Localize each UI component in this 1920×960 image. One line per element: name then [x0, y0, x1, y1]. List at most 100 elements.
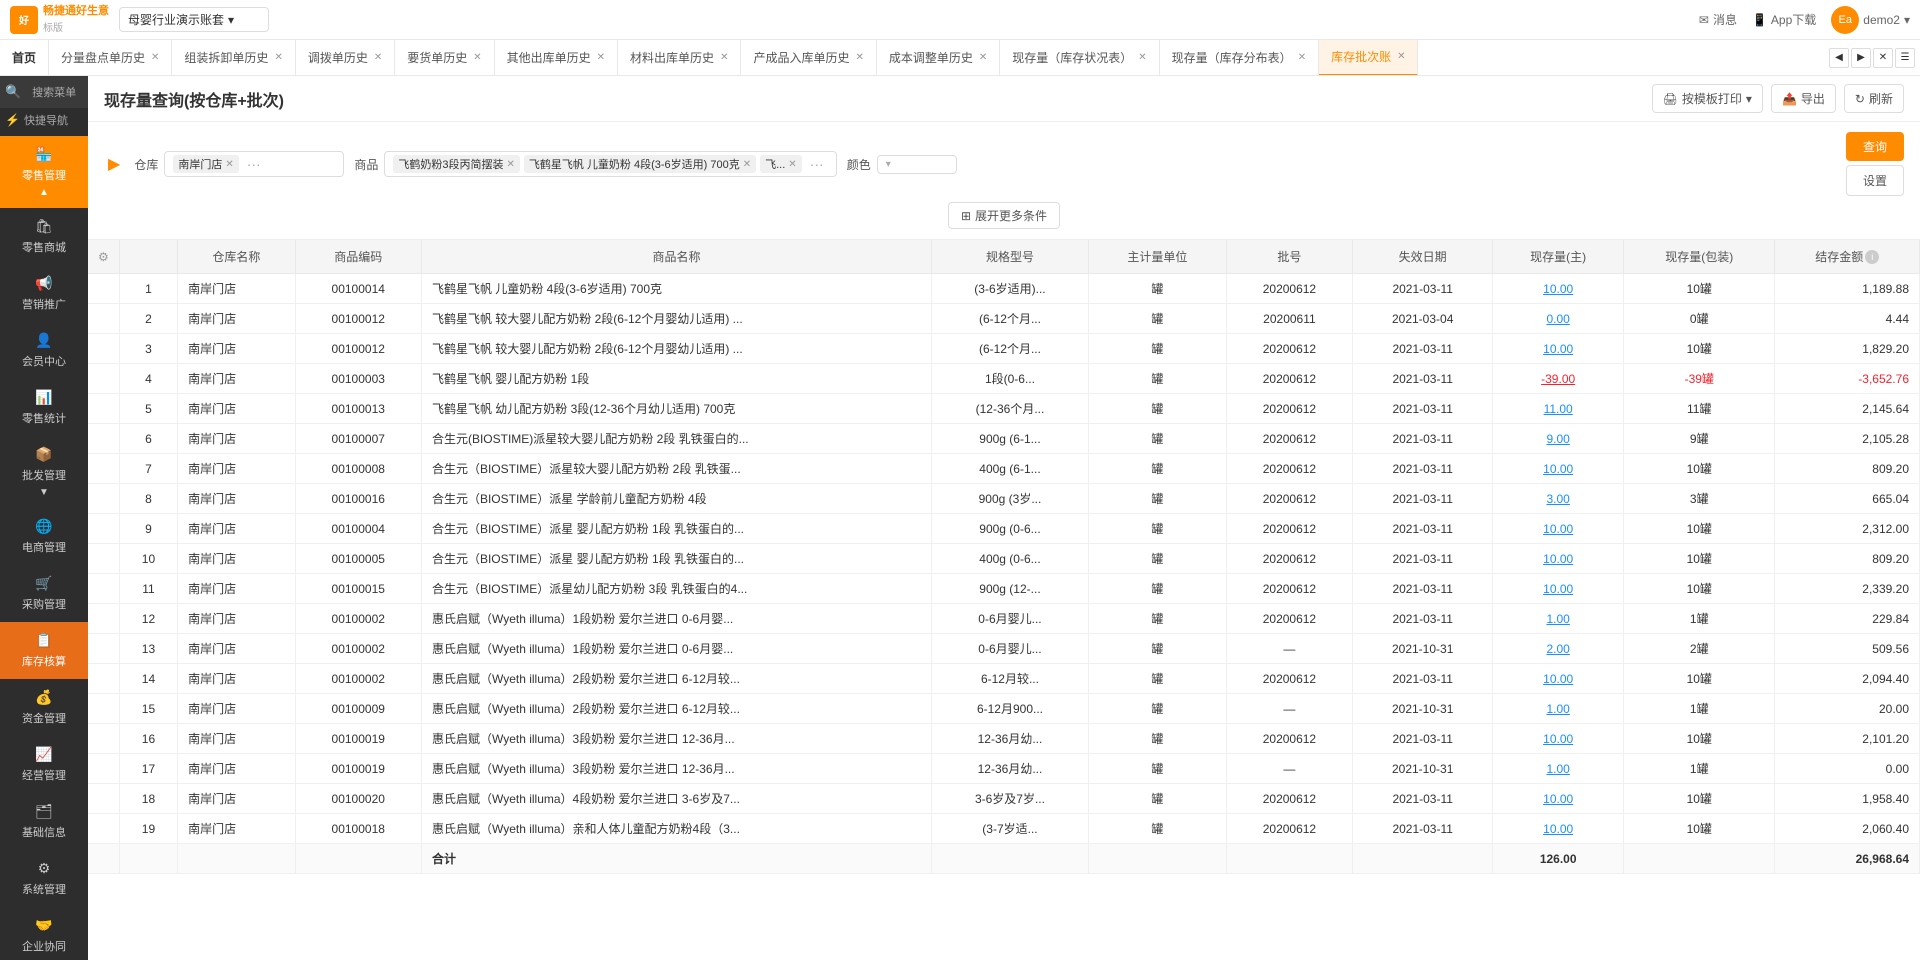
sidebar-item-system-mgmt[interactable]: ⚙ 系统管理: [0, 850, 88, 907]
filter-product-tag-3-close[interactable]: ✕: [788, 159, 796, 170]
tab-zu-chai[interactable]: 组装拆卸单历史 ✕: [172, 40, 295, 76]
app-download-btn[interactable]: 📱 App下载: [1752, 11, 1816, 28]
user-menu[interactable]: Ea demo2 ▾: [1831, 6, 1910, 34]
filter-expand-icon[interactable]: ▶: [104, 154, 124, 174]
tab-inventory-status-close[interactable]: ✕: [1138, 52, 1146, 63]
tab-tiao-bo[interactable]: 调拨单历史 ✕: [296, 40, 395, 76]
sidebar-item-retail-mall[interactable]: 🛍 零售商城: [0, 208, 88, 265]
sidebar-item-finance-mgmt[interactable]: 💰 资金管理: [0, 679, 88, 736]
warehouse-selector[interactable]: 母婴行业演示账套 ▾: [119, 7, 269, 32]
balance-info-icon[interactable]: i: [1865, 250, 1879, 264]
sidebar-item-marketing[interactable]: 📢 营销推广: [0, 265, 88, 322]
wholesale-arrow-icon: ▼: [39, 487, 49, 498]
tab-home-label: 首页: [12, 49, 36, 66]
sidebar-quicknav-btn[interactable]: ⚡ 快捷导航: [0, 108, 88, 132]
query-btn[interactable]: 查询: [1846, 132, 1904, 161]
filter-warehouse-tags[interactable]: 南岸门店 ✕ ···: [164, 151, 344, 177]
td-qty-main[interactable]: 10.00: [1493, 274, 1624, 304]
sidebar-item-member-center[interactable]: 👤 会员中心: [0, 322, 88, 379]
tab-zu-chai-close[interactable]: ✕: [274, 52, 282, 63]
tab-batch-voucher[interactable]: 库存批次账 ✕: [1319, 40, 1418, 76]
tab-yao-huo-close[interactable]: ✕: [473, 52, 481, 63]
td-qty-main[interactable]: 10.00: [1493, 724, 1624, 754]
td-qty-main[interactable]: 10.00: [1493, 664, 1624, 694]
td-qty-main[interactable]: 9.00: [1493, 424, 1624, 454]
tab-yao-huo[interactable]: 要货单历史 ✕: [395, 40, 494, 76]
tab-batch-voucher-close[interactable]: ✕: [1397, 51, 1405, 62]
nav-prev-btn[interactable]: ◀: [1829, 48, 1849, 68]
tab-other-out-close[interactable]: ✕: [597, 52, 605, 63]
tab-other-out[interactable]: 其他出库单历史 ✕: [495, 40, 618, 76]
tab-fen-pan-close[interactable]: ✕: [151, 52, 159, 63]
sidebar-search-btn[interactable]: 🔍 搜索菜单: [0, 76, 88, 108]
tab-home[interactable]: 首页: [0, 40, 49, 76]
td-qty-main[interactable]: 10.00: [1493, 334, 1624, 364]
nav-menu-btn[interactable]: ☰: [1895, 48, 1915, 68]
tab-inventory-status[interactable]: 现存量（库存状况表） ✕: [1000, 40, 1159, 76]
td-qty-main[interactable]: 3.00: [1493, 484, 1624, 514]
td-qty-main[interactable]: 1.00: [1493, 694, 1624, 724]
filter-product-tag-2-close[interactable]: ✕: [743, 159, 751, 170]
td-code: 00100005: [295, 544, 421, 574]
td-qty-main[interactable]: 2.00: [1493, 634, 1624, 664]
sidebar-item-base-info[interactable]: 🗂 基础信息: [0, 793, 88, 850]
sidebar-item-purchase-mgmt[interactable]: 🛒 采购管理: [0, 565, 88, 622]
td-code: 00100014: [295, 274, 421, 304]
filter-product-dots[interactable]: ···: [810, 156, 824, 172]
td-qty-main[interactable]: 0.00: [1493, 304, 1624, 334]
td-qty-pack: 1罐: [1624, 604, 1775, 634]
tab-product-in[interactable]: 产成品入库单历史 ✕: [741, 40, 876, 76]
td-qty-main[interactable]: 10.00: [1493, 574, 1624, 604]
sidebar-item-enterprise-collab[interactable]: 🤝 企业协同: [0, 907, 88, 960]
td-name: 惠氏启赋（Wyeth illuma）1段奶粉 爱尔兰进口 0-6月婴...: [421, 634, 931, 664]
tab-fen-pan[interactable]: 分量盘点单历史 ✕: [49, 40, 172, 76]
sidebar-item-wholesale-mgmt[interactable]: 📦 批发管理 ▼: [0, 436, 88, 508]
tab-inventory-dist-close[interactable]: ✕: [1298, 52, 1306, 63]
refresh-btn[interactable]: ↻ 刷新: [1844, 84, 1904, 113]
td-qty-main[interactable]: 11.00: [1493, 394, 1624, 424]
tab-material-out-close[interactable]: ✕: [720, 52, 728, 63]
nav-close-all-btn[interactable]: ✕: [1873, 48, 1893, 68]
settings-icon[interactable]: ⚙: [98, 250, 109, 264]
td-code: 00100004: [295, 514, 421, 544]
filter-warehouse-dots[interactable]: ···: [247, 156, 261, 172]
sidebar-item-inventory-check[interactable]: 📋 库存核算: [0, 622, 88, 679]
td-qty-main[interactable]: 1.00: [1493, 754, 1624, 784]
td-spec: 6-12月较...: [931, 664, 1088, 694]
tab-cost-adj-close[interactable]: ✕: [979, 52, 987, 63]
sidebar-item-retail-stats[interactable]: 📊 零售统计: [0, 379, 88, 436]
td-warehouse: 南岸门店: [178, 514, 295, 544]
tab-product-in-close[interactable]: ✕: [855, 52, 863, 63]
message-btn[interactable]: ✉ 消息: [1699, 11, 1737, 28]
td-qty-main[interactable]: 10.00: [1493, 544, 1624, 574]
filter-color-input[interactable]: ▾: [877, 155, 957, 174]
sidebar-item-ops-mgmt[interactable]: 📈 经营管理: [0, 736, 88, 793]
sidebar-item-ecommerce[interactable]: 🌐 电商管理: [0, 508, 88, 565]
print-btn[interactable]: 🖨 按模板打印 ▾: [1652, 84, 1763, 113]
td-qty-main[interactable]: 10.00: [1493, 454, 1624, 484]
td-expire: 2021-03-11: [1353, 514, 1493, 544]
tab-inventory-dist[interactable]: 现存量（库存分布表） ✕: [1160, 40, 1319, 76]
tab-cost-adj[interactable]: 成本调整单历史 ✕: [877, 40, 1000, 76]
td-qty-pack: 0罐: [1624, 304, 1775, 334]
sidebar-item-retail-mgmt[interactable]: 🏪 零售管理 ▲: [0, 136, 88, 208]
filter-warehouse-tag-close[interactable]: ✕: [225, 159, 233, 170]
filter-product-tags[interactable]: 飞鹤奶粉3段丙简摆装 ✕ 飞鹤星飞帆 儿童奶粉 4段(3-6岁适用) 700克 …: [384, 151, 836, 177]
setting-btn[interactable]: 设置: [1846, 165, 1904, 196]
td-code: 00100019: [295, 754, 421, 784]
td-qty-main[interactable]: 10.00: [1493, 814, 1624, 844]
td-qty-main[interactable]: -39.00: [1493, 364, 1624, 394]
filter-product-tag-1-close[interactable]: ✕: [506, 159, 514, 170]
td-qty-main[interactable]: 10.00: [1493, 784, 1624, 814]
td-qty-main[interactable]: 10.00: [1493, 514, 1624, 544]
expand-more-btn[interactable]: ⊞ 展开更多条件: [948, 202, 1060, 229]
td-qty-pack: 10罐: [1624, 454, 1775, 484]
nav-next-btn[interactable]: ▶: [1851, 48, 1871, 68]
tab-tiao-bo-close[interactable]: ✕: [374, 52, 382, 63]
th-settings[interactable]: ⚙: [88, 240, 119, 274]
td-qty-main[interactable]: 1.00: [1493, 604, 1624, 634]
export-btn[interactable]: 📤 导出: [1771, 84, 1836, 113]
td-qty-pack: 10罐: [1624, 784, 1775, 814]
tab-tiao-bo-label: 调拨单历史: [308, 49, 368, 66]
tab-material-out[interactable]: 材料出库单历史 ✕: [618, 40, 741, 76]
